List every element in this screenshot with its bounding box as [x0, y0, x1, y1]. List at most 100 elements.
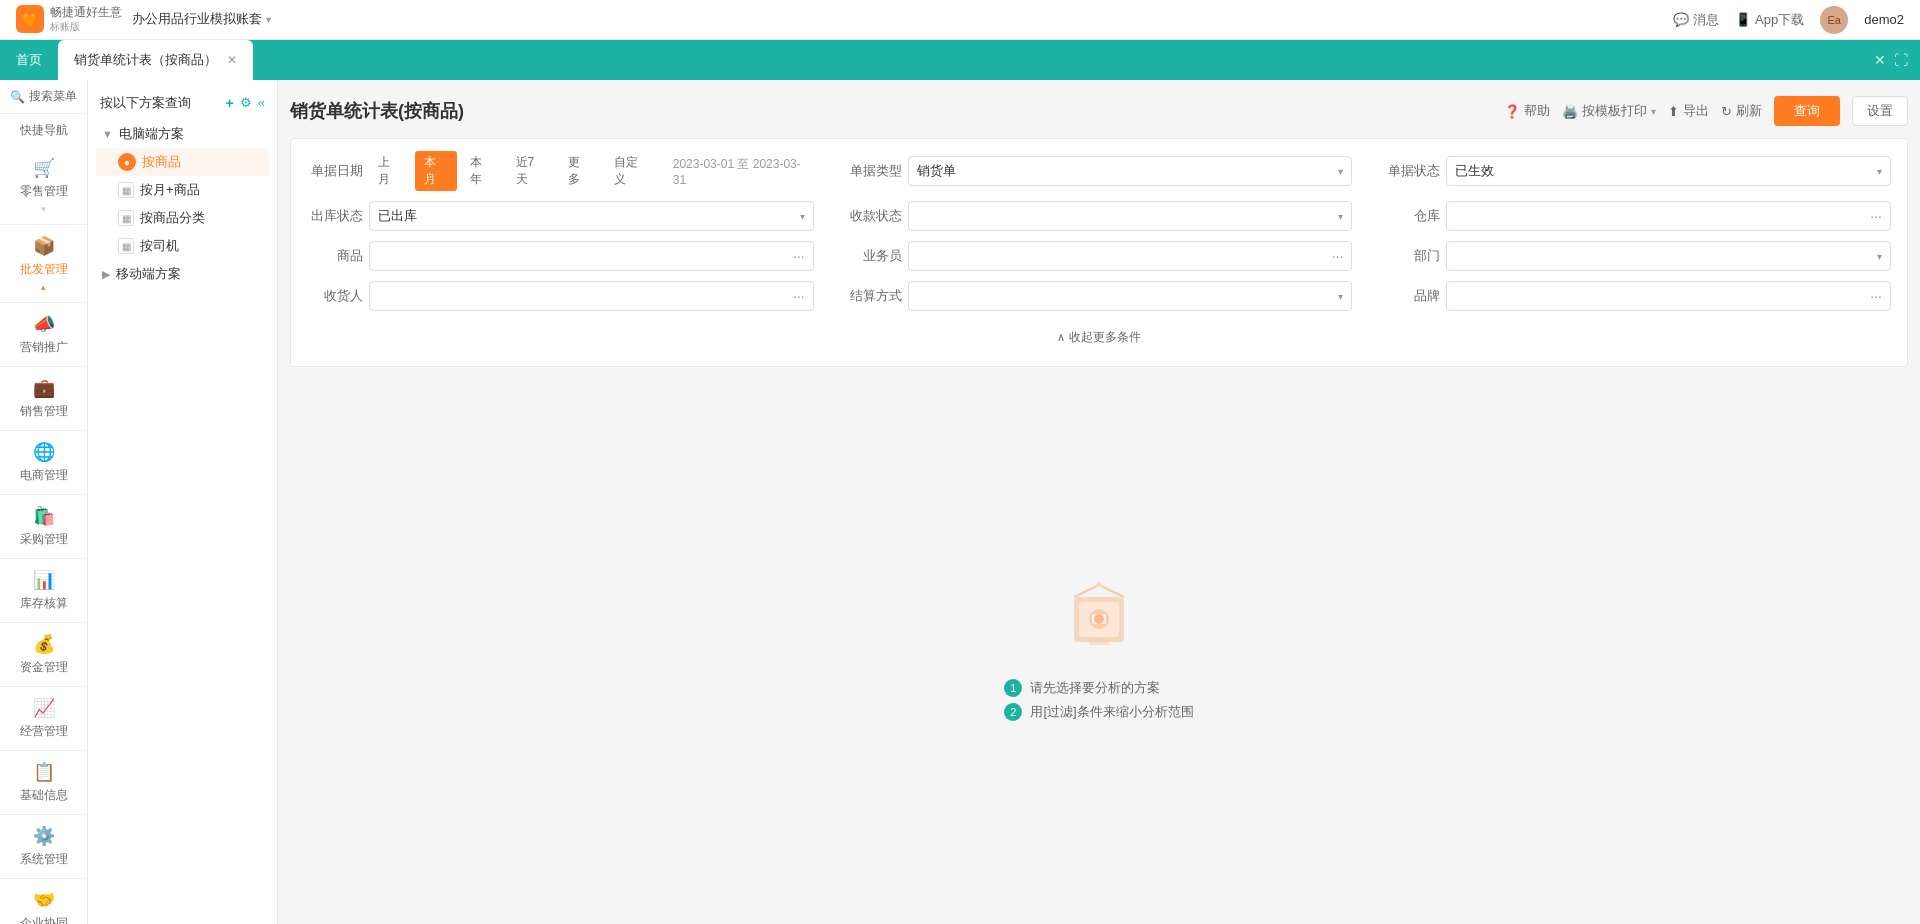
doc-type-wrap[interactable]: 销货单 ▾ [908, 156, 1353, 186]
workspace-selector[interactable]: 办公用品行业模拟账套 ▾ [132, 10, 271, 28]
recv-status-control: ▾ [908, 201, 1353, 231]
sidebar-item-purchase[interactable]: 🛍️ 采购管理 [0, 495, 87, 559]
product-wrap[interactable]: ··· [369, 241, 814, 271]
filter-recv-status: 收款状态 ▾ [846, 201, 1353, 231]
doc-status-dropdown-icon[interactable]: ▾ [1877, 166, 1882, 177]
brand-dots-icon[interactable]: ··· [1870, 288, 1882, 304]
dept-wrap[interactable]: ▾ [1446, 241, 1891, 271]
dept-dropdown-icon[interactable]: ▾ [1877, 251, 1882, 262]
message-action[interactable]: 💬 消息 [1673, 11, 1719, 29]
doc-status-control: 已生效 ▾ [1446, 156, 1891, 186]
tab-home-label: 首页 [16, 51, 42, 69]
doc-status-wrap[interactable]: 已生效 ▾ [1446, 156, 1891, 186]
tree-child-by-product[interactable]: ● 按商品 [96, 148, 269, 176]
tabbar: 首页 销货单统计表（按商品） ✕ ✕ ⛶ [0, 40, 1920, 80]
left-panel-title: 按以下方案查询 [100, 94, 191, 112]
doc-type-control: 销货单 ▾ [908, 156, 1353, 186]
tab-report-label: 销货单统计表（按商品） [74, 51, 217, 69]
tree-child-by-category[interactable]: ▦ 按商品分类 [96, 204, 269, 232]
out-status-dropdown-icon[interactable]: ▾ [800, 211, 805, 222]
sidebar-item-finance[interactable]: 💰 资金管理 [0, 623, 87, 687]
filter-warehouse: 仓库 ··· [1384, 201, 1891, 231]
query-button[interactable]: 查询 [1774, 96, 1840, 126]
tree-parent-pc[interactable]: ▼ 电脑端方案 [96, 120, 269, 148]
sidebar-item-corp[interactable]: 🤝 企业协同 [0, 879, 87, 924]
print-button[interactable]: 🖨️ 按模板打印 ▾ [1562, 102, 1656, 120]
product-dots-icon[interactable]: ··· [793, 248, 805, 264]
empty-illustration [1049, 567, 1149, 667]
salesperson-dots-icon[interactable]: ··· [1332, 248, 1344, 264]
tip-num-1: 1 [1004, 679, 1022, 697]
corp-icon: 🤝 [33, 889, 55, 911]
settle-dropdown-icon[interactable]: ▾ [1338, 291, 1343, 302]
filter-doc-type: 单据类型 销货单 ▾ [846, 156, 1353, 186]
sidebar-item-marketing[interactable]: 📣 营销推广 [0, 303, 87, 367]
sidebar-item-ecommerce[interactable]: 🌐 电商管理 [0, 431, 87, 495]
btn-more-date[interactable]: 更多 [559, 151, 601, 191]
settle-wrap[interactable]: ▾ [908, 281, 1353, 311]
sidebar-quick-nav[interactable]: 快捷导航 [0, 114, 87, 147]
export-button[interactable]: ⬆ 导出 [1668, 102, 1709, 120]
btn-this-year[interactable]: 本年 [461, 151, 503, 191]
doc-type-dropdown-icon[interactable]: ▾ [1338, 166, 1343, 177]
stock-icon: 📊 [33, 569, 55, 591]
collapse-bar[interactable]: ∧ 收起更多条件 [307, 321, 1891, 354]
sidebar-item-basic[interactable]: 📋 基础信息 [0, 751, 87, 815]
warehouse-wrap[interactable]: ··· [1446, 201, 1891, 231]
tree-child-by-month-product[interactable]: ▦ 按月+商品 [96, 176, 269, 204]
quick-nav-label: 快捷导航 [20, 123, 68, 137]
tab-home[interactable]: 首页 [0, 40, 58, 80]
sidebar-item-operation[interactable]: 📈 经营管理 [0, 687, 87, 751]
salesperson-wrap[interactable]: ··· [908, 241, 1353, 271]
tab-report[interactable]: 销货单统计表（按商品） ✕ [58, 40, 253, 80]
btn-this-month[interactable]: 本月 [415, 151, 457, 191]
sidebar-item-stock[interactable]: 📊 库存核算 [0, 559, 87, 623]
wholesale-arrow: ▴ [41, 282, 46, 292]
expand-window-icon[interactable]: ⛶ [1894, 52, 1908, 68]
help-button[interactable]: ❓ 帮助 [1504, 102, 1550, 120]
empty-tips: 1 请先选择要分析的方案 2 用[过滤]条件来缩小分析范围 [1004, 679, 1193, 721]
search-label: 🔍 搜索菜单 [8, 88, 79, 105]
sales-icon: 💼 [33, 377, 55, 399]
logo-subtitle: 标账版 [50, 20, 122, 34]
corp-label: 企业协同 [20, 915, 68, 924]
sidebar-item-system[interactable]: ⚙️ 系统管理 [0, 815, 87, 879]
btn-custom-date[interactable]: 自定义 [605, 151, 659, 191]
date-quick-buttons: 上月 本月 本年 近7天 更多 自定义 [369, 151, 659, 191]
btn-last-month[interactable]: 上月 [369, 151, 411, 191]
left-panel: 按以下方案查询 + ⚙ « ▼ 电脑端方案 ● 按商品 ▦ 按月+ [88, 80, 278, 924]
close-window-icon[interactable]: ✕ [1874, 52, 1886, 68]
sidebar-search[interactable]: 🔍 搜索菜单 [0, 80, 87, 114]
out-status-wrap[interactable]: 已出库 ▾ [369, 201, 814, 231]
main-layout: 🔍 搜索菜单 快捷导航 🛒 零售管理 ▾ 📦 批发管理 ▴ 📣 营销推广 💼 销… [0, 80, 1920, 924]
recv-status-wrap[interactable]: ▾ [908, 201, 1353, 231]
collapse-panel-button[interactable]: « [258, 95, 265, 111]
consignee-dots-icon[interactable]: ··· [793, 288, 805, 304]
basic-label: 基础信息 [20, 787, 68, 804]
tree-parent-mobile[interactable]: ▶ 移动端方案 [96, 260, 269, 288]
consignee-wrap[interactable]: ··· [369, 281, 814, 311]
sidebar-item-wholesale[interactable]: 📦 批发管理 ▴ [0, 225, 87, 303]
recv-status-dropdown-icon[interactable]: ▾ [1338, 211, 1343, 222]
sidebar-item-sales[interactable]: 💼 销售管理 [0, 367, 87, 431]
out-status-value: 已出库 [378, 207, 796, 225]
wholesale-icon: 📦 [33, 235, 55, 257]
empty-state: 1 请先选择要分析的方案 2 用[过滤]条件来缩小分析范围 [290, 375, 1908, 912]
ecommerce-icon: 🌐 [33, 441, 55, 463]
print-dropdown-icon[interactable]: ▾ [1651, 106, 1656, 117]
date-label: 单据日期 [307, 162, 363, 180]
settings-button[interactable]: 设置 [1852, 96, 1908, 126]
warehouse-dots-icon[interactable]: ··· [1870, 208, 1882, 224]
avatar[interactable]: Ea [1820, 6, 1848, 34]
tab-close-icon[interactable]: ✕ [227, 53, 237, 67]
tip-text-1: 请先选择要分析的方案 [1030, 679, 1160, 697]
tree-child-by-printer[interactable]: ▦ 按司机 [96, 232, 269, 260]
app-download-action[interactable]: 📱 App下载 [1735, 11, 1804, 29]
btn-last7[interactable]: 近7天 [507, 151, 556, 191]
operation-icon: 📈 [33, 697, 55, 719]
add-scheme-button[interactable]: + [226, 95, 234, 111]
settings-scheme-button[interactable]: ⚙ [240, 95, 252, 111]
sidebar-item-retail[interactable]: 🛒 零售管理 ▾ [0, 147, 87, 225]
brand-wrap[interactable]: ··· [1446, 281, 1891, 311]
refresh-button[interactable]: ↻ 刷新 [1721, 102, 1762, 120]
